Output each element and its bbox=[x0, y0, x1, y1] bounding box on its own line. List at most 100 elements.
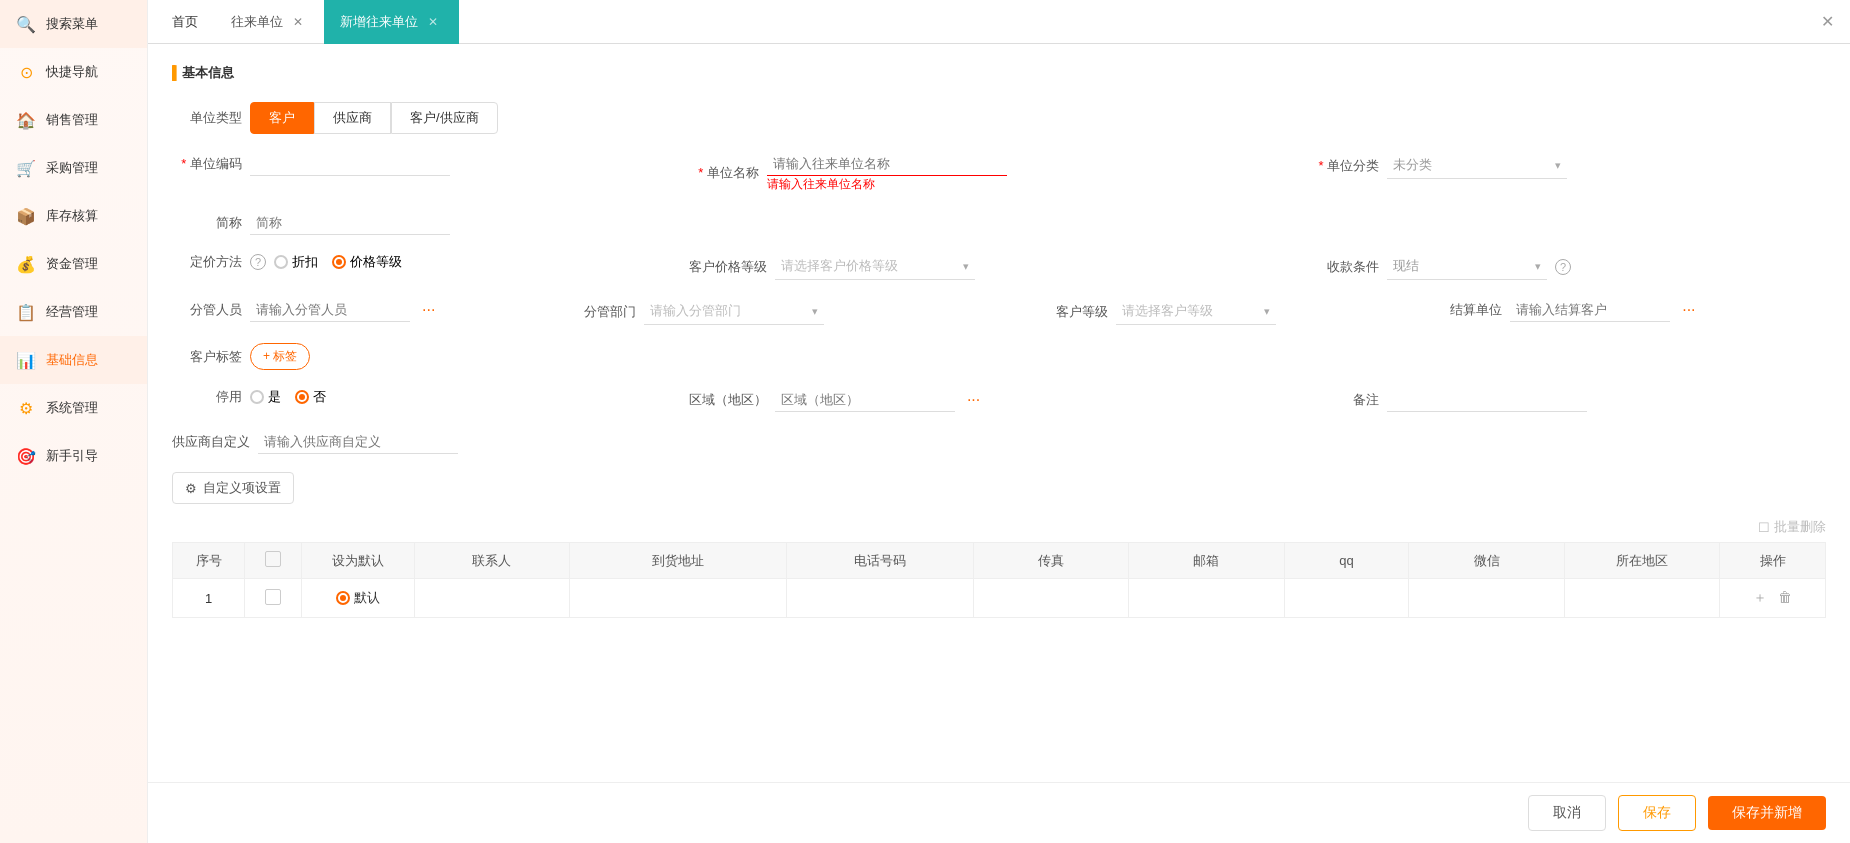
address-input[interactable] bbox=[618, 591, 738, 606]
unit-name-input[interactable] bbox=[767, 152, 1007, 176]
sidebar-item-search[interactable]: 🔍 搜索菜单 bbox=[0, 0, 147, 48]
radio-no-circle bbox=[295, 390, 309, 404]
settlement-unit-input[interactable] bbox=[1510, 298, 1670, 322]
region-ellipsis[interactable]: ··· bbox=[963, 391, 984, 409]
disabled-group: 停用 是 否 bbox=[172, 388, 689, 406]
table-header-row: 序号 设为默认 联系人 到货地址 电话号码 传真 邮箱 qq 微信 所在地区 操… bbox=[173, 543, 1826, 579]
tab-partner[interactable]: 往来单位 ✕ bbox=[215, 0, 324, 44]
radio-yes-circle bbox=[250, 390, 264, 404]
batch-delete-label[interactable]: 批量删除 bbox=[1774, 518, 1826, 536]
unit-btn-supplier[interactable]: 供应商 bbox=[314, 102, 391, 134]
manager-input[interactable] bbox=[250, 298, 410, 322]
td-contact bbox=[414, 579, 570, 618]
sidebar-item-label: 系统管理 bbox=[46, 399, 98, 417]
manager-ellipsis[interactable]: ··· bbox=[418, 301, 439, 319]
stock-icon: 📦 bbox=[16, 206, 36, 226]
disabled-no[interactable]: 否 bbox=[295, 388, 326, 406]
save-new-button[interactable]: 保存并新增 bbox=[1708, 796, 1826, 830]
payment-terms-select[interactable]: 现结 ▾ bbox=[1387, 253, 1547, 280]
remarks-group: 备注 bbox=[1309, 388, 1826, 412]
row-add-button[interactable]: ＋ bbox=[1749, 587, 1771, 609]
customer-level-select[interactable]: 请选择客户等级 ▾ bbox=[1116, 298, 1276, 325]
region-label: 区域（地区） bbox=[689, 391, 767, 409]
payment-terms-label: 收款条件 bbox=[1309, 258, 1379, 276]
pricing-row: 定价方法 ? 折扣 价格等级 客户价格等级 bbox=[172, 253, 1826, 280]
unit-btn-customer[interactable]: 客户 bbox=[250, 102, 314, 134]
unit-type-label: 单位类型 bbox=[172, 109, 242, 127]
row-default-radio[interactable]: 默认 bbox=[312, 589, 403, 607]
contact-input[interactable] bbox=[452, 591, 532, 606]
qq-input[interactable] bbox=[1316, 591, 1376, 606]
td-wechat bbox=[1409, 579, 1565, 618]
payment-terms-group: 收款条件 现结 ▾ ? bbox=[1309, 253, 1826, 280]
tab-new-partner-close[interactable]: ✕ bbox=[424, 13, 442, 31]
add-tag-button[interactable]: + 标签 bbox=[250, 343, 310, 370]
manager-group: 分管人员 ··· bbox=[172, 298, 566, 322]
customer-price-chevron: ▾ bbox=[963, 260, 969, 273]
region-input[interactable] bbox=[775, 388, 955, 412]
row-region-input[interactable] bbox=[1602, 591, 1682, 606]
sidebar-item-label: 销售管理 bbox=[46, 111, 98, 129]
payment-help-icon[interactable]: ? bbox=[1555, 259, 1571, 275]
tags-row: 客户标签 + 标签 bbox=[172, 343, 1826, 370]
short-name-input[interactable] bbox=[250, 211, 450, 235]
supplier-custom-label: 供应商自定义 bbox=[172, 433, 250, 451]
customer-price-select[interactable]: 请选择客户价格等级 ▾ bbox=[775, 253, 975, 280]
disabled-yes[interactable]: 是 bbox=[250, 388, 281, 406]
th-address: 到货地址 bbox=[570, 543, 787, 579]
sidebar-item-label: 基础信息 bbox=[46, 351, 98, 369]
sidebar-item-label: 新手引导 bbox=[46, 447, 98, 465]
header-checkbox[interactable] bbox=[265, 551, 281, 567]
tab-new-partner[interactable]: 新增往来单位 ✕ bbox=[324, 0, 459, 44]
unit-category-select[interactable]: 未分类 ▾ bbox=[1387, 152, 1567, 179]
pricing-radio-discount[interactable]: 折扣 bbox=[274, 253, 318, 271]
sales-icon: 🏠 bbox=[16, 110, 36, 130]
sidebar-item-sales[interactable]: 🏠 销售管理 bbox=[0, 96, 147, 144]
td-phone bbox=[787, 579, 973, 618]
custom-settings-button[interactable]: ⚙ 自定义项设置 bbox=[172, 472, 294, 504]
unit-type-buttons: 客户 供应商 客户/供应商 bbox=[250, 102, 498, 134]
unit-code-row: 单位编码 000009 单位名称 请输入往来单位名称 单位分类 未分类 ▾ bbox=[172, 152, 1826, 193]
sidebar: 🔍 搜索菜单 ⊙ 快捷导航 🏠 销售管理 🛒 采购管理 📦 库存核算 💰 资金管… bbox=[0, 0, 148, 843]
row-default-circle bbox=[336, 591, 350, 605]
department-select[interactable]: 请输入分管部门 ▾ bbox=[644, 298, 824, 325]
pricing-help-icon[interactable]: ? bbox=[250, 254, 266, 270]
save-button[interactable]: 保存 bbox=[1618, 795, 1696, 831]
quick-nav-icon: ⊙ bbox=[16, 62, 36, 82]
tab-partner-close[interactable]: ✕ bbox=[289, 13, 307, 31]
sidebar-item-basic-info[interactable]: 📊 基础信息 bbox=[0, 336, 147, 384]
sidebar-item-quick-nav[interactable]: ⊙ 快捷导航 bbox=[0, 48, 147, 96]
th-fax: 传真 bbox=[973, 543, 1129, 579]
radio-level-circle bbox=[332, 255, 346, 269]
sidebar-item-system[interactable]: ⚙ 系统管理 bbox=[0, 384, 147, 432]
supplier-custom-input[interactable] bbox=[258, 430, 458, 454]
sidebar-item-guide[interactable]: 🎯 新手引导 bbox=[0, 432, 147, 480]
sidebar-item-stock[interactable]: 📦 库存核算 bbox=[0, 192, 147, 240]
sidebar-item-operations[interactable]: 📋 经营管理 bbox=[0, 288, 147, 336]
cancel-button[interactable]: 取消 bbox=[1528, 795, 1606, 831]
tab-bar-close-all[interactable]: ✕ bbox=[1813, 8, 1842, 35]
row-delete-button[interactable]: 🗑 bbox=[1774, 587, 1796, 607]
td-email bbox=[1129, 579, 1285, 618]
sidebar-item-label: 资金管理 bbox=[46, 255, 98, 273]
sidebar-item-finance[interactable]: 💰 资金管理 bbox=[0, 240, 147, 288]
disabled-radio-group: 是 否 bbox=[250, 388, 326, 406]
tags-label: 客户标签 bbox=[172, 348, 242, 366]
unit-btn-both[interactable]: 客户/供应商 bbox=[391, 102, 498, 134]
batch-delete-icon: ☐ bbox=[1758, 520, 1770, 535]
unit-code-input[interactable]: 000009 bbox=[250, 152, 450, 176]
wechat-input[interactable] bbox=[1447, 591, 1527, 606]
settlement-ellipsis[interactable]: ··· bbox=[1678, 301, 1699, 319]
sidebar-item-label: 经营管理 bbox=[46, 303, 98, 321]
sidebar-item-purchase[interactable]: 🛒 采购管理 bbox=[0, 144, 147, 192]
tab-home[interactable]: 首页 bbox=[156, 0, 215, 44]
remarks-input[interactable] bbox=[1387, 388, 1587, 412]
th-wechat: 微信 bbox=[1409, 543, 1565, 579]
settings-gear-icon: ⚙ bbox=[185, 481, 197, 496]
phone-input[interactable] bbox=[830, 591, 930, 606]
row-checkbox[interactable] bbox=[265, 589, 281, 605]
pricing-radio-level[interactable]: 价格等级 bbox=[332, 253, 402, 271]
fax-input[interactable] bbox=[1011, 591, 1091, 606]
manager-label: 分管人员 bbox=[172, 301, 242, 319]
email-input[interactable] bbox=[1166, 591, 1246, 606]
